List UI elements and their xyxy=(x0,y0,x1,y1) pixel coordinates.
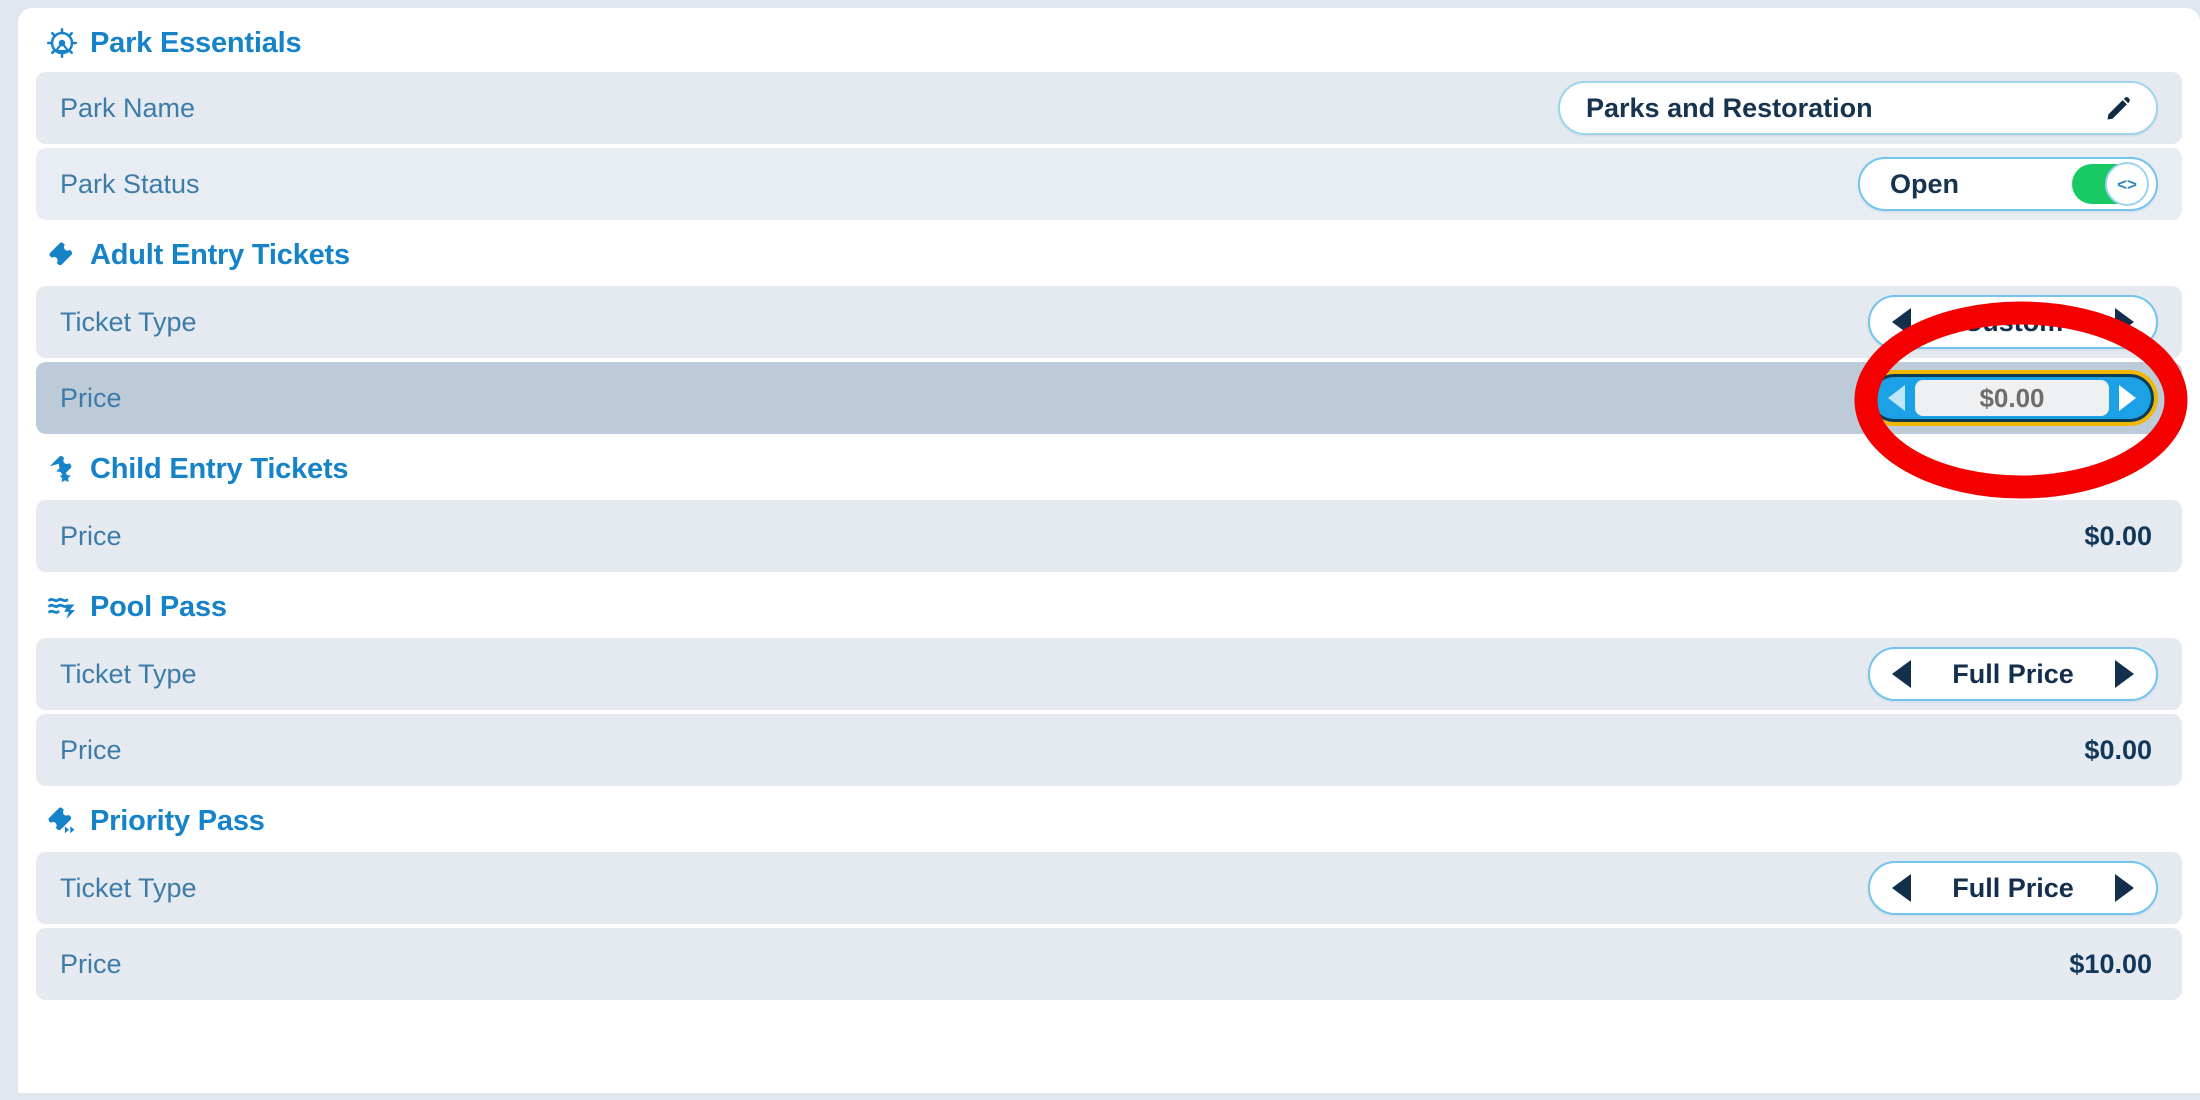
section-title: Park Essentials xyxy=(90,26,302,59)
toggle-switch[interactable]: <> xyxy=(2072,162,2149,206)
stepper-prev-arrow-icon[interactable] xyxy=(1892,874,1911,902)
adult-ticket-type-stepper[interactable]: Custom xyxy=(1868,295,2158,349)
pool-ticket-type-value: Full Price xyxy=(1952,658,2074,689)
stepper-next-arrow-icon[interactable] xyxy=(2119,385,2136,411)
row-adult-price: Price $0.00 xyxy=(36,362,2182,434)
row-priority-ticket-type: Ticket Type Full Price xyxy=(36,852,2182,924)
row-pool-price: Price $0.00 xyxy=(36,714,2182,786)
priority-price-value: $10.00 xyxy=(2069,948,2152,979)
section-title: Pool Pass xyxy=(90,590,227,623)
ticket-star-icon xyxy=(46,453,78,485)
row-label: Price xyxy=(60,520,122,551)
row-label: Park Name xyxy=(60,92,196,123)
settings-card: Park Essentials Park Name Parks and Rest… xyxy=(18,8,2200,1093)
row-park-name: Park Name Parks and Restoration xyxy=(36,72,2182,144)
priority-ticket-type-stepper[interactable]: Full Price xyxy=(1868,861,2158,915)
park-name-value: Parks and Restoration xyxy=(1586,92,1873,123)
adult-price-stepper[interactable]: $0.00 xyxy=(1866,370,2158,426)
adult-price-value: $0.00 xyxy=(1915,380,2109,416)
ticket-icon xyxy=(46,239,78,271)
section-header-pool-pass: Pool Pass xyxy=(28,576,2190,638)
park-status-toggle[interactable]: Open <> xyxy=(1858,157,2158,211)
pool-price-value: $0.00 xyxy=(2084,734,2152,765)
row-label: Ticket Type xyxy=(60,872,197,903)
page-root: Park Essentials Park Name Parks and Rest… xyxy=(0,0,2200,1100)
section-header-park-essentials: Park Essentials xyxy=(28,8,2190,72)
row-label: Price xyxy=(60,382,122,413)
child-price-value: $0.00 xyxy=(2084,520,2152,551)
ticket-forward-icon xyxy=(46,805,78,837)
section-title: Adult Entry Tickets xyxy=(90,238,350,271)
ferris-wheel-icon xyxy=(46,27,78,59)
row-label: Price xyxy=(60,734,122,765)
park-name-input[interactable]: Parks and Restoration xyxy=(1558,81,2158,135)
stepper-next-arrow-icon[interactable] xyxy=(2115,874,2134,902)
section-header-adult-entry-tickets: Adult Entry Tickets xyxy=(28,224,2190,286)
row-label: Ticket Type xyxy=(60,306,197,337)
stepper-prev-arrow-icon[interactable] xyxy=(1892,660,1911,688)
row-adult-ticket-type: Ticket Type Custom xyxy=(36,286,2182,358)
section-title: Priority Pass xyxy=(90,804,265,837)
row-label: Price xyxy=(60,948,122,979)
stepper-next-arrow-icon[interactable] xyxy=(2115,660,2134,688)
stepper-prev-arrow-icon[interactable] xyxy=(1892,308,1911,336)
row-child-price: Price $0.00 xyxy=(36,500,2182,572)
row-pool-ticket-type: Ticket Type Full Price xyxy=(36,638,2182,710)
row-label: Ticket Type xyxy=(60,658,197,689)
section-header-priority-pass: Priority Pass xyxy=(28,790,2190,852)
section-header-child-entry-tickets: Child Entry Tickets xyxy=(28,438,2190,500)
pencil-icon[interactable] xyxy=(2104,93,2134,123)
priority-ticket-type-value: Full Price xyxy=(1952,872,2074,903)
toggle-knob: <> xyxy=(2105,162,2149,206)
pool-ticket-type-stepper[interactable]: Full Price xyxy=(1868,647,2158,701)
row-priority-price: Price $10.00 xyxy=(36,928,2182,1000)
section-title: Child Entry Tickets xyxy=(90,452,349,485)
stepper-next-arrow-icon[interactable] xyxy=(2115,308,2134,336)
stepper-prev-arrow-icon[interactable] xyxy=(1888,385,1905,411)
park-status-value: Open xyxy=(1890,168,1960,199)
adult-ticket-type-value: Custom xyxy=(1962,306,2064,337)
row-park-status: Park Status Open <> xyxy=(36,148,2182,220)
row-label: Park Status xyxy=(60,168,200,199)
water-waves-icon xyxy=(46,591,78,623)
